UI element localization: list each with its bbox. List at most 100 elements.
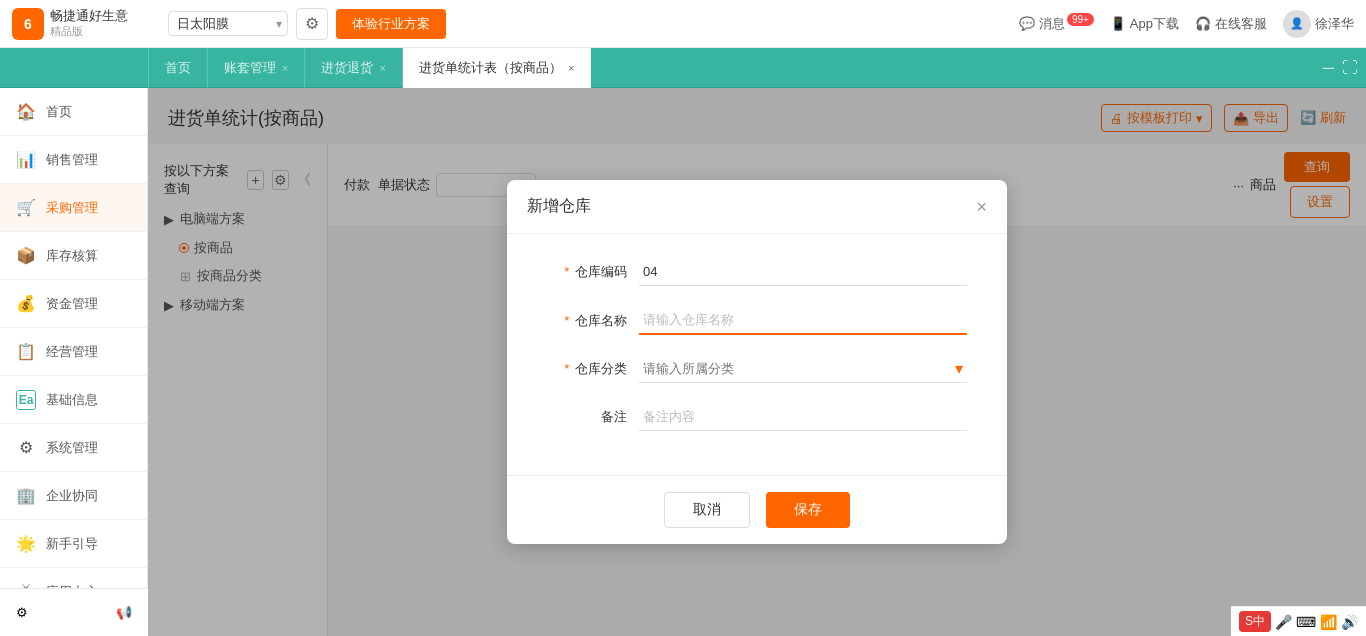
network-icon[interactable]: 📶 — [1320, 614, 1337, 630]
sidebar-enterprise-label: 企业协同 — [46, 487, 98, 505]
messages-item[interactable]: 💬 消息 99+ — [1019, 15, 1094, 33]
store-select-wrapper[interactable]: 日太阳膜 — [168, 11, 288, 36]
name-input[interactable] — [639, 306, 967, 335]
tab-purchase-stat[interactable]: 进货单统计表（按商品） × — [403, 48, 591, 88]
logo-area: 6 畅捷通好生意 精品版 — [12, 8, 160, 40]
tab-bar: 首页 账套管理 × 进货退货 × 进货单统计表（按商品） × ─ ⛶ — [0, 48, 1366, 88]
tab-purchase-stat-close[interactable]: × — [568, 62, 574, 74]
messages-label: 消息 — [1039, 15, 1065, 33]
trial-button[interactable]: 体验行业方案 — [336, 9, 446, 39]
sidebar-item-enterprise[interactable]: 🏢 企业协同 — [0, 472, 147, 520]
store-select[interactable]: 日太阳膜 — [168, 11, 288, 36]
tab-home[interactable]: 首页 — [148, 48, 208, 88]
category-dropdown-icon[interactable]: ▾ — [955, 359, 963, 378]
tab-home-label: 首页 — [165, 59, 191, 77]
app-icon: 📱 — [1110, 16, 1126, 31]
user-item[interactable]: 👤 徐泽华 — [1283, 10, 1354, 38]
enterprise-icon: 🏢 — [16, 486, 36, 506]
modal-overlay[interactable]: 新增仓库 × * 仓库编码 * — [148, 88, 1366, 636]
name-field-row: * 仓库名称 — [547, 306, 967, 335]
operations-icon: 📋 — [16, 342, 36, 362]
tab-account-close[interactable]: × — [282, 62, 288, 74]
sidebar-item-operations[interactable]: 📋 经营管理 — [0, 328, 147, 376]
code-label: * 仓库编码 — [547, 263, 627, 281]
tab-purchase-stat-label: 进货单统计表（按商品） — [419, 59, 562, 77]
online-service-item[interactable]: 🎧 在线客服 — [1195, 15, 1267, 33]
home-icon: 🏠 — [16, 102, 36, 122]
code-field-row: * 仓库编码 — [547, 258, 967, 286]
username-label: 徐泽华 — [1315, 15, 1354, 33]
tab-minimize-icon[interactable]: ─ — [1323, 59, 1334, 77]
category-label: * 仓库分类 — [547, 360, 627, 378]
sidebar-operations-label: 经营管理 — [46, 343, 98, 361]
sidebar-sales-label: 销售管理 — [46, 151, 98, 169]
sidebar-item-sales[interactable]: 📊 销售管理 — [0, 136, 147, 184]
cancel-button[interactable]: 取消 — [664, 492, 750, 528]
code-required-star: * — [564, 264, 569, 279]
sidebar-finance-label: 资金管理 — [46, 295, 98, 313]
sidebar-settings-icon[interactable]: ⚙ — [16, 605, 28, 620]
sidebar-purchase-label: 采购管理 — [46, 199, 98, 217]
sidebar-item-purchase[interactable]: 🛒 采购管理 — [0, 184, 147, 232]
save-button[interactable]: 保存 — [766, 492, 850, 528]
modal-header: 新增仓库 × — [507, 180, 1007, 234]
guide-icon: 🌟 — [16, 534, 36, 554]
name-label: * 仓库名称 — [547, 312, 627, 330]
online-service-label: 在线客服 — [1215, 15, 1267, 33]
notes-input[interactable] — [639, 403, 967, 431]
sidebar-item-system[interactable]: ⚙ 系统管理 — [0, 424, 147, 472]
keyboard-icon[interactable]: ⌨ — [1296, 614, 1316, 630]
settings-icon[interactable]: ⚙ — [296, 8, 328, 40]
modal-close-button[interactable]: × — [976, 198, 987, 216]
status-bar: S中 🎤 ⌨ 📶 🔊 — [1231, 606, 1366, 636]
main-layout: 🏠 首页 📊 销售管理 🛒 采购管理 📦 库存核算 💰 资金管理 📋 经营管理 … — [0, 88, 1366, 636]
sidebar-item-finance[interactable]: 💰 资金管理 — [0, 280, 147, 328]
sales-icon: 📊 — [16, 150, 36, 170]
mic-icon[interactable]: 🎤 — [1275, 614, 1292, 630]
message-icon: 💬 — [1019, 16, 1035, 31]
category-field-row: * 仓库分类 ▾ — [547, 355, 967, 383]
name-required-star: * — [564, 313, 569, 328]
tab-account[interactable]: 账套管理 × — [208, 48, 305, 88]
volume-icon[interactable]: 🔊 — [1341, 614, 1358, 630]
avatar: 👤 — [1283, 10, 1311, 38]
content-area: 进货单统计(按商品) 🖨 按模板打印 ▾ 📤 导出 🔄 刷新 — [148, 88, 1366, 636]
sidebar-home-label: 首页 — [46, 103, 72, 121]
tab-expand-icon[interactable]: ⛶ — [1342, 59, 1358, 77]
sidebar-system-label: 系统管理 — [46, 439, 98, 457]
inventory-icon: 📦 — [16, 246, 36, 266]
sidebar-item-basic-info[interactable]: Ea 基础信息 — [0, 376, 147, 424]
category-input[interactable] — [643, 361, 955, 376]
sidebar-announce-icon[interactable]: 📢 — [116, 605, 132, 620]
category-required-star: * — [564, 361, 569, 376]
sidebar-inventory-label: 库存核算 — [46, 247, 98, 265]
tab-purchase-return-close[interactable]: × — [379, 62, 385, 74]
category-select-row[interactable]: ▾ — [639, 355, 967, 383]
modal-footer: 取消 保存 — [507, 475, 1007, 544]
system-icon: ⚙ — [16, 438, 36, 458]
logo-sub: 精品版 — [50, 24, 128, 39]
basic-info-icon: Ea — [16, 390, 36, 410]
tab-account-label: 账套管理 — [224, 59, 276, 77]
sidebar: 🏠 首页 📊 销售管理 🛒 采购管理 📦 库存核算 💰 资金管理 📋 经营管理 … — [0, 88, 148, 636]
app-download-item[interactable]: 📱 App下载 — [1110, 15, 1179, 33]
code-input[interactable] — [639, 258, 967, 286]
notes-field-row: 备注 — [547, 403, 967, 431]
ime-indicator[interactable]: S中 — [1239, 611, 1271, 632]
tab-purchase-return-label: 进货退货 — [321, 59, 373, 77]
sidebar-guide-label: 新手引导 — [46, 535, 98, 553]
modal-new-warehouse: 新增仓库 × * 仓库编码 * — [507, 180, 1007, 544]
nav-search-area: 日太阳膜 ⚙ 体验行业方案 — [168, 8, 1011, 40]
sidebar-item-inventory[interactable]: 📦 库存核算 — [0, 232, 147, 280]
modal-title: 新增仓库 — [527, 196, 591, 217]
message-badge: 99+ — [1067, 13, 1094, 26]
tab-purchase-return[interactable]: 进货退货 × — [305, 48, 402, 88]
modal-body: * 仓库编码 * 仓库名称 — [507, 234, 1007, 475]
sidebar-item-home[interactable]: 🏠 首页 — [0, 88, 147, 136]
notes-label: 备注 — [547, 408, 627, 426]
sidebar-bottom: ⚙ 📢 — [0, 588, 148, 636]
headset-icon: 🎧 — [1195, 16, 1211, 31]
purchase-icon: 🛒 — [16, 198, 36, 218]
finance-icon: 💰 — [16, 294, 36, 314]
sidebar-item-guide[interactable]: 🌟 新手引导 — [0, 520, 147, 568]
